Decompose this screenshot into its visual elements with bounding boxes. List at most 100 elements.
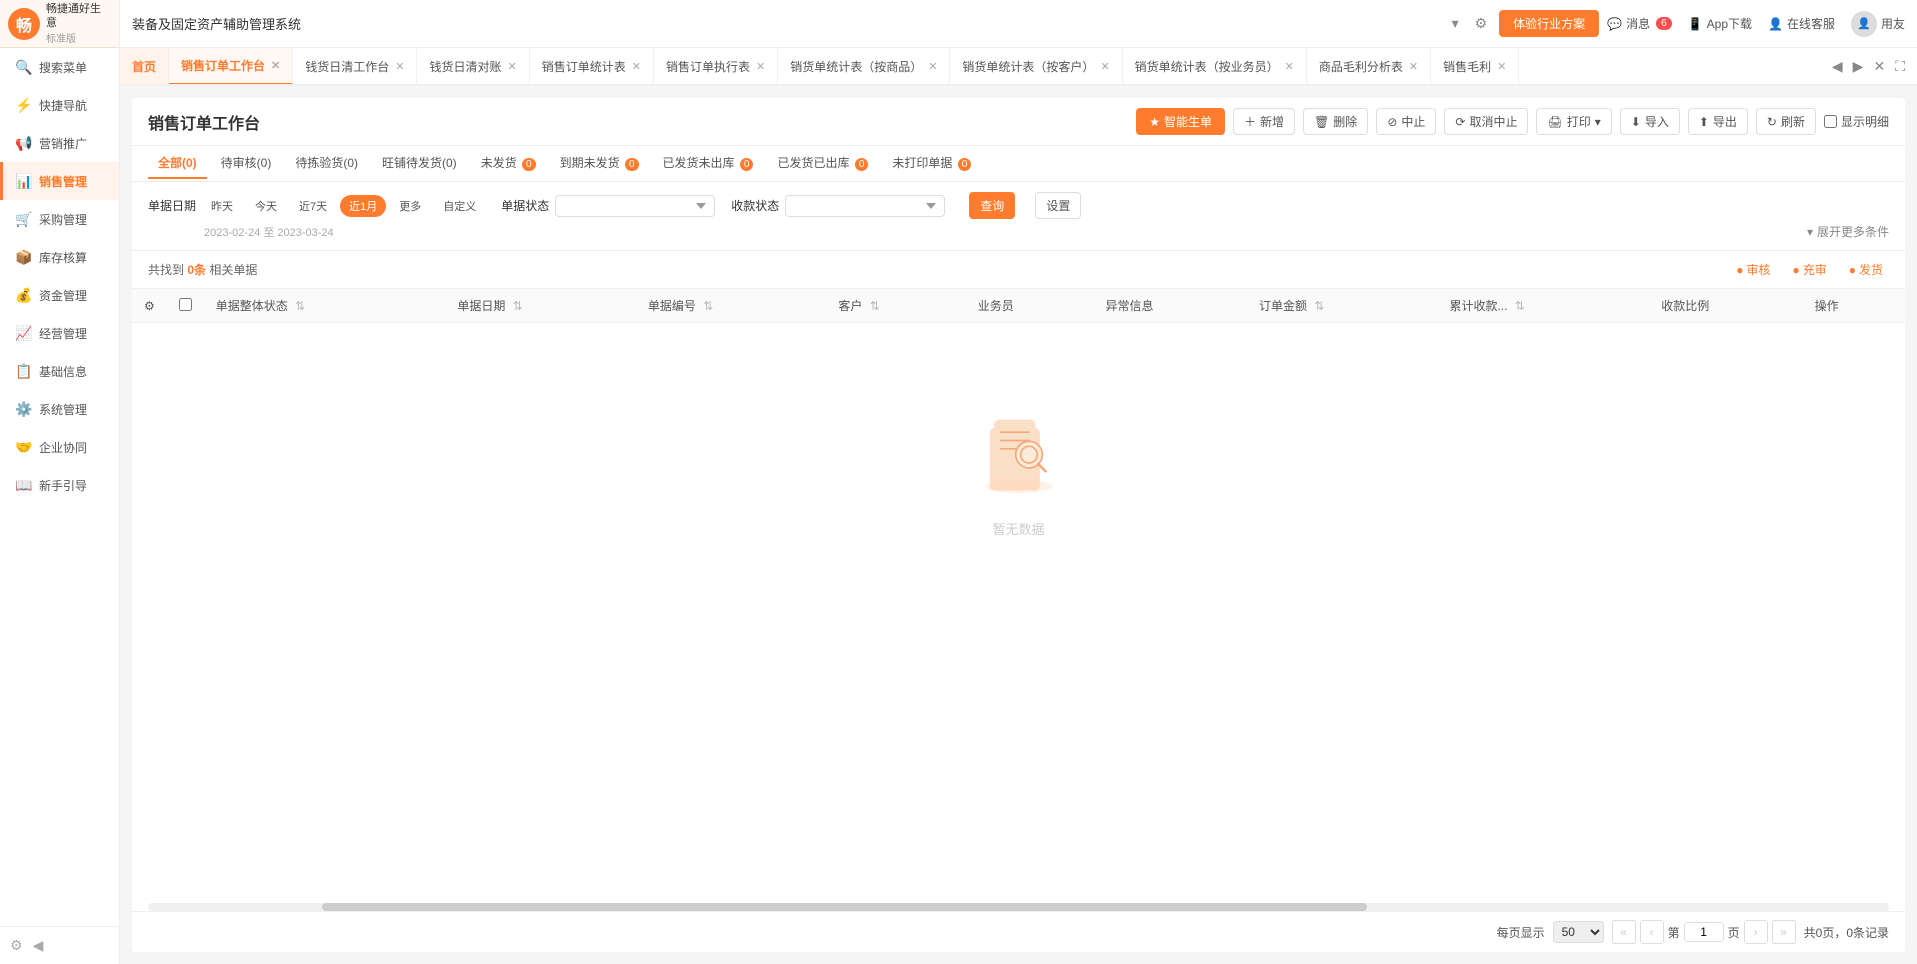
tab-sales-exec[interactable]: 销售订单执行表 ✕ [654,48,778,85]
tab-sales-staff[interactable]: 销货单统计表（按业务员） ✕ [1123,48,1307,85]
sub-tab-pending-check[interactable]: 待拣验货(0) [285,148,368,179]
tab-maximize-icon[interactable]: ⛶ [1891,54,1909,79]
add-button[interactable]: ＋ 新增 [1233,108,1295,135]
sub-tab-wangpu[interactable]: 旺铺待发货(0) [372,148,467,179]
delete-button[interactable]: 🗑 删除 [1303,108,1368,135]
date-btn-custom[interactable]: 自定义 [434,195,485,217]
service-icon: 👤 [1768,17,1783,31]
tab-sales-order[interactable]: 销售订单工作台 ✕ [169,48,293,85]
tab-close-all-icon[interactable]: ✕ [1869,54,1889,79]
sidebar-item-quick-nav[interactable]: ⚡ 快捷导航 [0,86,119,124]
review-action-btn[interactable]: ● 审核 [1730,259,1776,280]
status-select[interactable] [555,195,715,217]
date-filter: 单据日期 昨天 今天 近7天 近1月 更多 自定义 [148,195,485,217]
user-menu[interactable]: 👤 用友 [1851,11,1905,37]
settings-gear-icon[interactable]: ⚙ [10,937,23,954]
show-detail-label[interactable]: 显示明细 [1824,113,1889,130]
tab-sales-staff-close[interactable]: ✕ [1285,60,1294,73]
tab-sales-order-close[interactable]: ✕ [271,59,280,72]
smart-create-button[interactable]: ★ 智能生单 [1136,108,1225,135]
th-checkbox[interactable] [167,289,204,323]
sub-tab-not-shipped[interactable]: 未发货 0 [471,148,546,179]
settings-topbar-icon[interactable]: ⚙ [1471,11,1492,36]
page-next-btn[interactable]: › [1744,920,1768,944]
sub-tab-expired[interactable]: 到期未发货 0 [550,148,649,179]
sub-tab-not-printed[interactable]: 未打印单据 0 [882,148,981,179]
expand-filter-btn[interactable]: ▾ 展开更多条件 [1807,223,1889,240]
online-service-button[interactable]: 👤 在线客服 [1768,15,1835,32]
tab-product-profit-close[interactable]: ✕ [1409,60,1418,73]
date-btn-today[interactable]: 今天 [246,195,286,217]
sidebar-item-guide[interactable]: 📖 新手引导 [0,466,119,504]
tab-cash-reconcile-close[interactable]: ✕ [508,60,517,73]
sidebar-item-operation[interactable]: 📈 经营管理 [0,314,119,352]
date-btn-more[interactable]: 更多 [390,195,430,217]
messages-button[interactable]: 💬 消息 6 [1607,15,1672,32]
dropdown-arrow-icon[interactable]: ▾ [1448,11,1463,36]
ship-action-btn[interactable]: ● 发货 [1843,259,1889,280]
th-customer[interactable]: 客户 ⇅ [826,289,965,323]
sub-tab-shipped-out[interactable]: 已发货已出库 0 [767,148,878,179]
refresh-button[interactable]: ↻ 刷新 [1756,108,1816,135]
tab-scroll-left-icon[interactable]: ◀ [1828,54,1847,79]
tab-sales-more[interactable]: 销售毛利 ✕ [1431,48,1519,85]
date-btn-1month[interactable]: 近1月 [340,195,386,217]
tab-sales-exec-close[interactable]: ✕ [756,60,765,73]
sub-tab-shipped-not-out[interactable]: 已发货未出库 0 [653,148,764,179]
tab-cash-reconcile[interactable]: 钱货日清对账 ✕ [417,48,529,85]
sub-tab-all[interactable]: 全部(0) [148,148,207,179]
expired-badge: 0 [625,158,639,171]
show-detail-checkbox[interactable] [1824,115,1837,128]
tab-sales-stat-close[interactable]: ✕ [632,60,641,73]
tab-sales-more-close[interactable]: ✕ [1497,60,1506,73]
th-status[interactable]: 单据整体状态 ⇅ [204,289,446,323]
sidebar-item-enterprise[interactable]: 🤝 企业协同 [0,428,119,466]
date-btn-7days[interactable]: 近7天 [290,195,336,217]
tab-scroll-right-icon[interactable]: ▶ [1849,54,1868,79]
tab-cash-daily-close[interactable]: ✕ [395,60,404,73]
solution-button[interactable]: 体验行业方案 [1499,10,1599,37]
tab-sales-product[interactable]: 销货单统计表（按商品） ✕ [778,48,950,85]
sidebar-item-purchase[interactable]: 🛒 采购管理 [0,200,119,238]
sidebar-item-search[interactable]: 🔍 搜索菜单 [0,48,119,86]
void-action-btn[interactable]: ● 充审 [1786,259,1832,280]
tab-sales-product-close[interactable]: ✕ [928,60,937,73]
th-amount[interactable]: 订单金额 ⇅ [1247,289,1437,323]
print-button[interactable]: 🖨 打印 ▾ [1536,108,1611,135]
app-download-button[interactable]: 📱 App下载 [1688,15,1752,32]
page-size-select[interactable]: 20 50 100 [1553,921,1604,943]
sidebar-item-marketing[interactable]: 📢 营销推广 [0,124,119,162]
query-button[interactable]: 查询 [969,192,1015,219]
sub-tab-pending-review[interactable]: 待审核(0) [211,148,282,179]
tab-cash-daily[interactable]: 钱货日清工作台 ✕ [293,48,417,85]
filter-settings-button[interactable]: 设置 [1035,192,1081,219]
tab-product-profit[interactable]: 商品毛利分析表 ✕ [1307,48,1431,85]
page-prev-btn[interactable]: ‹ [1640,920,1664,944]
collect-select[interactable] [785,195,945,217]
th-date[interactable]: 单据日期 ⇅ [445,289,635,323]
th-number[interactable]: 单据编号 ⇅ [636,289,826,323]
tab-home[interactable]: 首页 [120,48,169,85]
tab-sales-customer-close[interactable]: ✕ [1100,60,1109,73]
export-button[interactable]: ⬆ 导出 [1688,108,1748,135]
th-settings[interactable]: ⚙ [132,289,167,323]
sidebar-item-system[interactable]: ⚙️ 系统管理 [0,390,119,428]
select-all-checkbox[interactable] [179,298,192,311]
scrollbar-thumb[interactable] [322,903,1367,911]
date-btn-yesterday[interactable]: 昨天 [202,195,242,217]
sidebar-item-basic[interactable]: 📋 基础信息 [0,352,119,390]
page-number-input[interactable] [1684,922,1724,942]
page-first-btn[interactable]: « [1612,920,1636,944]
page-last-btn[interactable]: » [1772,920,1796,944]
sidebar-item-inventory[interactable]: 📦 库存核算 [0,238,119,276]
sidebar-item-finance[interactable]: 💰 资金管理 [0,276,119,314]
sidebar-item-sales[interactable]: 📊 销售管理 [0,162,119,200]
tab-sales-stat[interactable]: 销售订单统计表 ✕ [530,48,654,85]
stop-button[interactable]: ⊘ 中止 [1376,108,1436,135]
tab-sales-customer[interactable]: 销货单统计表（按客户） ✕ [950,48,1122,85]
th-collected[interactable]: 累计收款... ⇅ [1437,289,1649,323]
import-button[interactable]: ⬇ 导入 [1620,108,1680,135]
collapse-sidebar-icon[interactable]: ◀ [33,937,44,954]
cancel-stop-button[interactable]: ⟳ 取消中止 [1444,108,1528,135]
horizontal-scrollbar[interactable] [148,903,1889,911]
